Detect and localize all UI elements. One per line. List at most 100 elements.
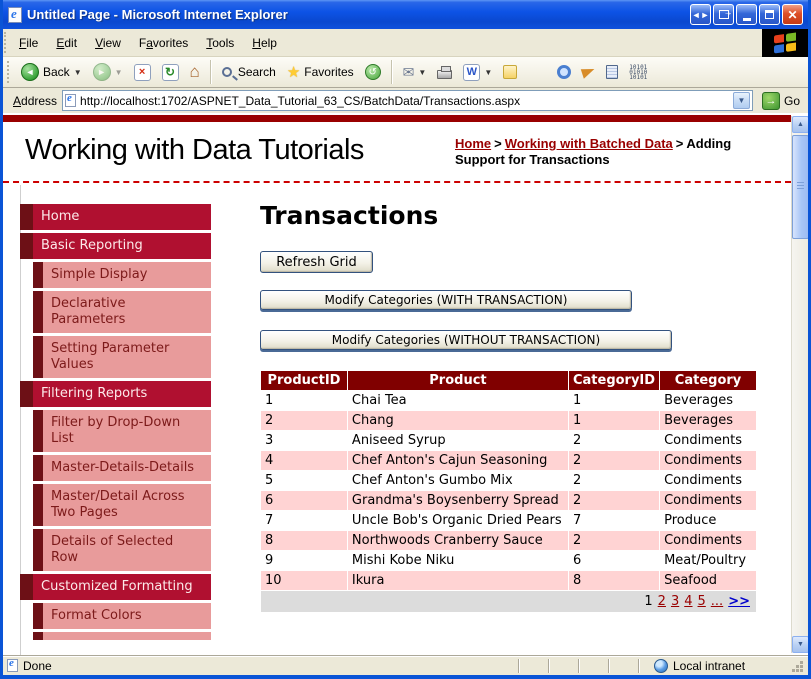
sidebar-item-label: Declarative Parameters — [43, 291, 211, 333]
menu-help[interactable]: Help — [243, 34, 286, 52]
toolbar-grip[interactable] — [4, 32, 9, 53]
mail-button[interactable]: ✉ ▼ — [399, 62, 431, 83]
menu-file[interactable]: File — [10, 34, 47, 52]
refresh-grid-button[interactable]: Refresh Grid — [260, 251, 373, 273]
menu-favorites[interactable]: Favorites — [130, 34, 197, 52]
table-row: 7 Uncle Bob's Organic Dried Pears 7 Produce — [260, 510, 757, 531]
sidebar-item[interactable] — [20, 632, 211, 640]
pager-page-link[interactable]: 3 — [671, 594, 679, 609]
address-dropdown-button[interactable]: ▼ — [732, 92, 750, 109]
table-cell: Beverages — [659, 390, 757, 411]
pager: 1 2 3 4 5... >> — [260, 590, 757, 613]
table-cell: Produce — [659, 510, 757, 531]
ie-logo-icon — [8, 6, 22, 23]
history-button[interactable]: ↺ — [361, 62, 385, 82]
stop-button[interactable]: × — [130, 62, 155, 83]
table-row: 1 Chai Tea 1 Beverages — [260, 390, 757, 411]
messenger-button[interactable] — [553, 63, 575, 81]
pager-page-link[interactable]: ... — [711, 594, 723, 609]
history-icon: ↺ — [364, 64, 381, 80]
nav-indent — [20, 632, 33, 640]
research-button[interactable] — [602, 63, 622, 81]
sidebar-item[interactable]: Customized Formatting — [20, 574, 211, 600]
discuss-button[interactable] — [499, 63, 521, 81]
breadcrumb-item[interactable]: Home — [455, 136, 491, 151]
table-row: 9 Mishi Kobe Niku 6 Meat/Poultry — [260, 550, 757, 571]
toolbar-separator — [209, 60, 212, 84]
address-input[interactable]: http://localhost:1702/ASPNET_Data_Tutori… — [62, 90, 753, 111]
pager-next-link[interactable]: >> — [728, 594, 750, 609]
forward-button[interactable]: ► ▼ — [89, 61, 127, 83]
vertical-scrollbar[interactable]: ▲ ▼ — [791, 116, 808, 653]
scroll-down-button[interactable]: ▼ — [792, 636, 808, 653]
print-button[interactable] — [433, 63, 456, 81]
modify-with-transaction-button[interactable]: Modify Categories (WITH TRANSACTION) — [260, 290, 632, 310]
scroll-up-button[interactable]: ▲ — [792, 116, 808, 133]
title-bar: Untitled Page - Microsoft Internet Explo… — [3, 0, 808, 29]
nav-strip-marker — [33, 410, 43, 452]
pager-page-link[interactable]: 2 — [658, 594, 666, 609]
windows-flag-icon — [774, 32, 796, 54]
sidebar-item-label: Details of Selected Row — [43, 529, 211, 571]
statusbar-separator — [548, 658, 550, 673]
maximize-button[interactable] — [759, 4, 780, 25]
pan-arrows-button[interactable]: ◄► — [690, 4, 711, 25]
forward-icon: ► — [92, 63, 111, 81]
menu-tools[interactable]: Tools — [197, 34, 243, 52]
table-cell: Condiments — [659, 470, 757, 491]
nav-tab-marker — [20, 381, 33, 407]
favorites-button[interactable]: ★ Favorites — [283, 61, 358, 83]
developer-tool-button[interactable]: 10101 01010 10101 — [625, 63, 651, 82]
pager-page-link[interactable]: 5 — [698, 594, 706, 609]
minimize-button[interactable] — [736, 4, 757, 25]
sidebar-item[interactable]: Home — [20, 204, 211, 230]
sidebar-item[interactable]: Master/Detail Across Two Pages — [20, 484, 211, 526]
pop-out-button[interactable] — [713, 4, 734, 25]
column-header: CategoryID — [567, 370, 661, 391]
refresh-button[interactable]: ↻ — [158, 62, 183, 83]
pager-page-link[interactable]: 4 — [684, 594, 692, 609]
breadcrumb-item[interactable]: Working with Batched Data — [505, 136, 673, 151]
close-button[interactable]: ✕ — [782, 4, 803, 25]
table-row: 3 Aniseed Syrup 2 Condiments — [260, 430, 757, 451]
table-cell: 1 — [260, 390, 348, 411]
address-url[interactable]: http://localhost:1702/ASPNET_Data_Tutori… — [80, 94, 729, 108]
sidebar-item-label: Simple Display — [43, 262, 211, 288]
page-header: Working with Data Tutorials Home > Working… — [3, 122, 791, 183]
nav-strip-marker — [33, 262, 43, 288]
sidebar-item[interactable]: Details of Selected Row — [20, 529, 211, 571]
table-cell: Chef Anton's Gumbo Mix — [346, 470, 569, 491]
book-icon — [606, 65, 619, 79]
sidebar-item[interactable]: Simple Display — [20, 262, 211, 288]
back-button[interactable]: ◄ Back ▼ — [17, 61, 86, 83]
sidebar-item[interactable]: Declarative Parameters — [20, 291, 211, 333]
table-row: 8 Northwoods Cranberry Sauce 2 Condiments — [260, 530, 757, 551]
sidebar-item[interactable]: Format Colors — [20, 603, 211, 629]
table-cell: Condiments — [659, 450, 757, 471]
nav-strip-marker — [33, 484, 43, 526]
edit-with-word-button[interactable]: W ▼ — [459, 62, 496, 83]
go-button[interactable]: → Go — [758, 91, 804, 110]
table-cell: 9 — [260, 550, 348, 571]
menu-edit[interactable]: Edit — [47, 34, 86, 52]
search-button[interactable]: Search — [218, 63, 280, 81]
home-button[interactable]: ⌂ — [186, 60, 204, 84]
sidebar-item[interactable]: Basic Reporting — [20, 233, 211, 259]
toolbar-grip[interactable] — [7, 61, 12, 83]
scrollbar-thumb[interactable] — [792, 135, 808, 239]
table-cell: Northwoods Cranberry Sauce — [346, 530, 569, 551]
sidebar-item[interactable]: Master-Details-Details — [20, 455, 211, 481]
table-cell: 5 — [260, 470, 348, 491]
menu-view[interactable]: View — [86, 34, 130, 52]
swoosh-icon — [581, 65, 597, 79]
table-row: 6 Grandma's Boysenberry Spread 2 Condiments — [260, 490, 757, 511]
modify-without-transaction-button[interactable]: Modify Categories (WITHOUT TRANSACTION) — [260, 330, 672, 350]
table-row: 5 Chef Anton's Gumbo Mix 2 Condiments — [260, 470, 757, 491]
addon-button[interactable] — [578, 65, 599, 79]
sidebar-item[interactable]: Filter by Drop-Down List — [20, 410, 211, 452]
resize-grip[interactable] — [790, 659, 804, 673]
nav-strip-marker — [33, 291, 43, 333]
sidebar-item[interactable]: Setting Parameter Values — [20, 336, 211, 378]
table-cell: Condiments — [659, 530, 757, 551]
sidebar-item[interactable]: Filtering Reports — [20, 381, 211, 407]
